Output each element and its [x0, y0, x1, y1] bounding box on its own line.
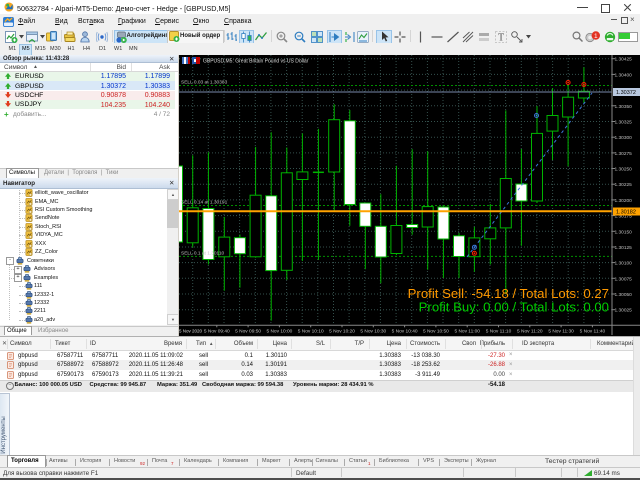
svg-text:1.30250: 1.30250	[615, 167, 633, 173]
svg-text:5 Nov 10:20: 5 Nov 10:20	[329, 329, 355, 335]
svg-text:Profit Buy: 0.00 / Total Lots:: Profit Buy: 0.00 / Total Lots: 0.00	[419, 300, 609, 315]
svg-text:1.30275: 1.30275	[615, 151, 633, 157]
svg-text:1.30200: 1.30200	[615, 198, 633, 204]
svg-text:1: 1	[594, 33, 598, 40]
svg-text:GBPUSD,M5: Great Britain Pound: GBPUSD,M5: Great Britain Pound vs US Dol…	[203, 59, 309, 65]
svg-text:SELL 0.03 at 1.30383: SELL 0.03 at 1.30383	[181, 80, 228, 86]
svg-text:1.30025: 1.30025	[615, 308, 633, 314]
svg-text:5 Nov 09:50: 5 Nov 09:50	[235, 329, 261, 335]
svg-text:5 Nov 10:00: 5 Nov 10:00	[266, 329, 292, 335]
svg-text:1.30075: 1.30075	[615, 276, 633, 282]
svg-text:5 Nov 11:40: 5 Nov 11:40	[580, 329, 606, 335]
svg-text:5 Nov 11:30: 5 Nov 11:30	[548, 329, 574, 335]
svg-text:1.30372: 1.30372	[616, 90, 636, 96]
svg-text:1.30400: 1.30400	[615, 72, 633, 78]
svg-text:1.30150: 1.30150	[615, 229, 633, 235]
svg-text:1.30225: 1.30225	[615, 182, 633, 188]
svg-text:5 Nov 11:00: 5 Nov 11:00	[454, 329, 480, 335]
svg-text:SELL 0.14 at 1.30191: SELL 0.14 at 1.30191	[181, 200, 228, 206]
svg-text:T: T	[498, 32, 504, 43]
svg-text:1.30050: 1.30050	[615, 292, 633, 298]
svg-text:1.30425: 1.30425	[615, 57, 633, 63]
svg-text:5 Nov 2020: 5 Nov 2020	[179, 329, 203, 334]
svg-text:5 Nov 11:10: 5 Nov 11:10	[486, 329, 512, 335]
svg-text:5 Nov 11:20: 5 Nov 11:20	[517, 329, 543, 335]
svg-text:1.30100: 1.30100	[615, 261, 633, 267]
svg-text:5 Nov 10:50: 5 Nov 10:50	[423, 329, 449, 335]
svg-text:SELL 0.1 at 1.30110: SELL 0.1 at 1.30110	[181, 250, 225, 256]
svg-text:5 Nov 10:10: 5 Nov 10:10	[298, 329, 324, 335]
svg-text:5 Nov 09:40: 5 Nov 09:40	[204, 329, 230, 335]
svg-text:1.30125: 1.30125	[615, 245, 633, 251]
svg-text:5 Nov 10:30: 5 Nov 10:30	[360, 329, 386, 335]
svg-text:1.30325: 1.30325	[615, 120, 633, 126]
svg-text:5 Nov 10:40: 5 Nov 10:40	[392, 329, 418, 335]
svg-text:1.30350: 1.30350	[615, 104, 633, 110]
svg-text:1.30182: 1.30182	[616, 210, 636, 216]
svg-text:1.30300: 1.30300	[615, 135, 633, 141]
